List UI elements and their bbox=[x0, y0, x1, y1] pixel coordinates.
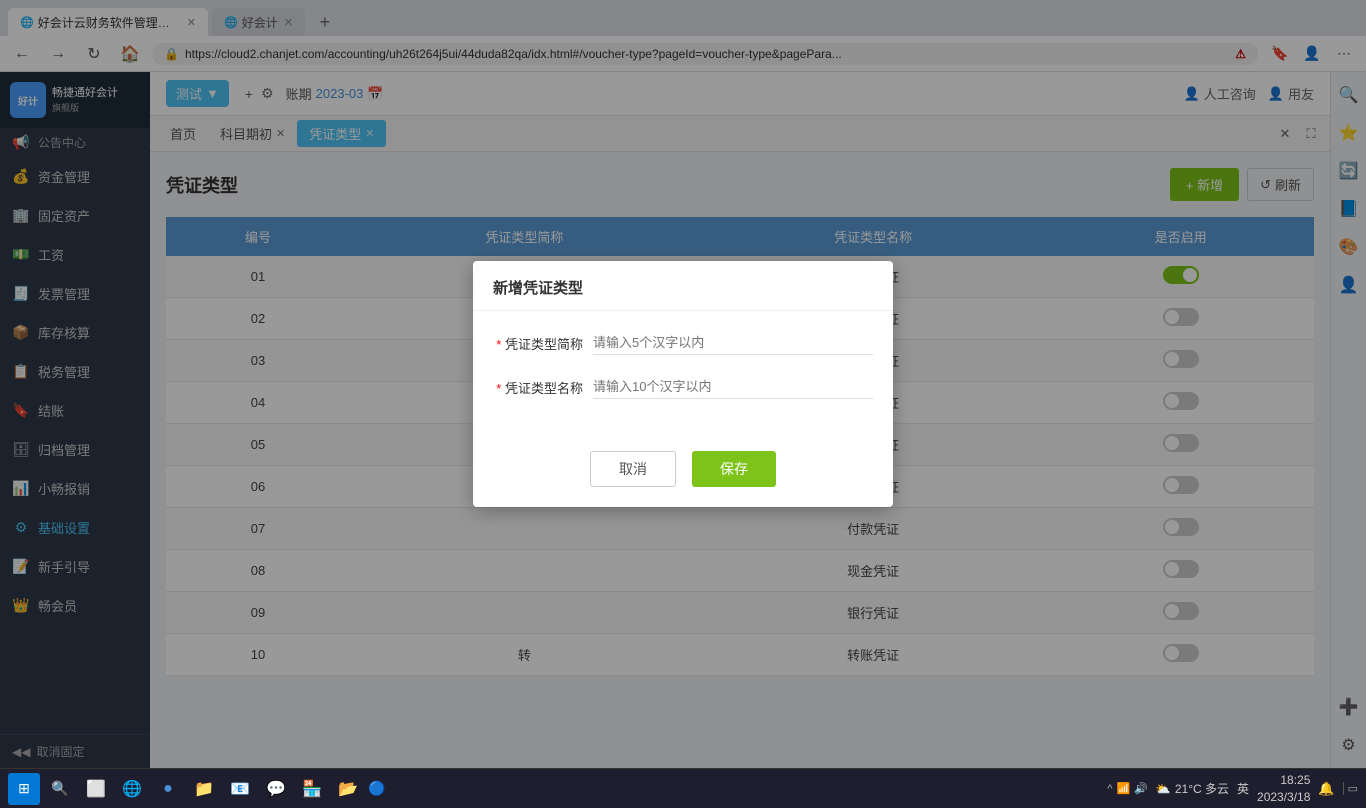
cancel-button[interactable]: 取消 bbox=[590, 451, 676, 487]
taskbar-explorer[interactable]: 📁 bbox=[188, 773, 220, 805]
taskbar-task-view[interactable]: ⬜ bbox=[80, 773, 112, 805]
form-label-short: * 凭证类型简称 bbox=[493, 334, 593, 353]
weather-icon: ⛅ bbox=[1156, 782, 1171, 796]
taskbar-clock[interactable]: 18:25 2023/3/18 bbox=[1257, 772, 1310, 806]
taskbar-wechat[interactable]: 💬 bbox=[260, 773, 292, 805]
full-name-input[interactable] bbox=[593, 375, 873, 399]
modal-title: 新增凭证类型 bbox=[493, 280, 583, 297]
taskbar-sys-icons: ^ 📶 🔊 bbox=[1107, 782, 1148, 795]
taskbar-search[interactable]: 🔍 bbox=[44, 773, 76, 805]
modal-header: 新增凭证类型 bbox=[473, 261, 893, 311]
short-name-input[interactable] bbox=[593, 331, 873, 355]
save-button[interactable]: 保存 bbox=[692, 451, 776, 487]
modal-footer: 取消 保存 bbox=[473, 439, 893, 507]
taskbar-wifi-icon[interactable]: 📶 bbox=[1116, 782, 1130, 795]
required-star-short: * bbox=[496, 337, 501, 352]
name-label-text: 凭证类型名称 bbox=[505, 381, 583, 396]
required-star-name: * bbox=[496, 381, 501, 396]
taskbar-weather: ⛅ 21°C 多云 bbox=[1156, 780, 1229, 797]
modal-body: * 凭证类型简称 * 凭证类型名称 bbox=[473, 311, 893, 439]
taskbar-appstore[interactable]: 🏪 bbox=[296, 773, 328, 805]
weather-text: 21°C 多云 bbox=[1175, 780, 1229, 797]
form-row-short: * 凭证类型简称 bbox=[493, 331, 873, 355]
clock-date: 2023/3/18 bbox=[1257, 789, 1310, 806]
taskbar-sys: 🔵 bbox=[368, 780, 385, 797]
short-label-text: 凭证类型简称 bbox=[505, 337, 583, 352]
notification-icon[interactable]: 🔔 bbox=[1318, 781, 1334, 797]
taskbar-edge-icon[interactable]: 🔵 bbox=[368, 780, 385, 797]
taskbar-chevron-icon[interactable]: ^ bbox=[1107, 783, 1112, 795]
taskbar-lang[interactable]: 英 bbox=[1237, 780, 1249, 797]
clock-time: 18:25 bbox=[1257, 772, 1310, 789]
desktop-show-icon[interactable]: ▭ bbox=[1343, 782, 1358, 795]
add-voucher-type-modal: 新增凭证类型 * 凭证类型简称 * 凭证类型名称 取消 保存 bbox=[473, 261, 893, 507]
form-row-name: * 凭证类型名称 bbox=[493, 375, 873, 399]
taskbar-chrome[interactable]: ● bbox=[152, 773, 184, 805]
modal-overlay: 新增凭证类型 * 凭证类型简称 * 凭证类型名称 取消 保存 bbox=[0, 0, 1366, 768]
start-button[interactable]: ⊞ bbox=[8, 773, 40, 805]
form-label-name: * 凭证类型名称 bbox=[493, 378, 593, 397]
taskbar: ⊞ 🔍 ⬜ 🌐 ● 📁 📧 💬 🏪 📂 🔵 ^ 📶 🔊 ⛅ 21°C 多云 英 … bbox=[0, 768, 1366, 808]
taskbar-edge[interactable]: 🌐 bbox=[116, 773, 148, 805]
taskbar-files[interactable]: 📂 bbox=[332, 773, 364, 805]
taskbar-sound-icon[interactable]: 🔊 bbox=[1134, 782, 1148, 795]
taskbar-outlook[interactable]: 📧 bbox=[224, 773, 256, 805]
taskbar-right: ^ 📶 🔊 ⛅ 21°C 多云 英 18:25 2023/3/18 🔔 ▭ bbox=[1107, 772, 1358, 806]
